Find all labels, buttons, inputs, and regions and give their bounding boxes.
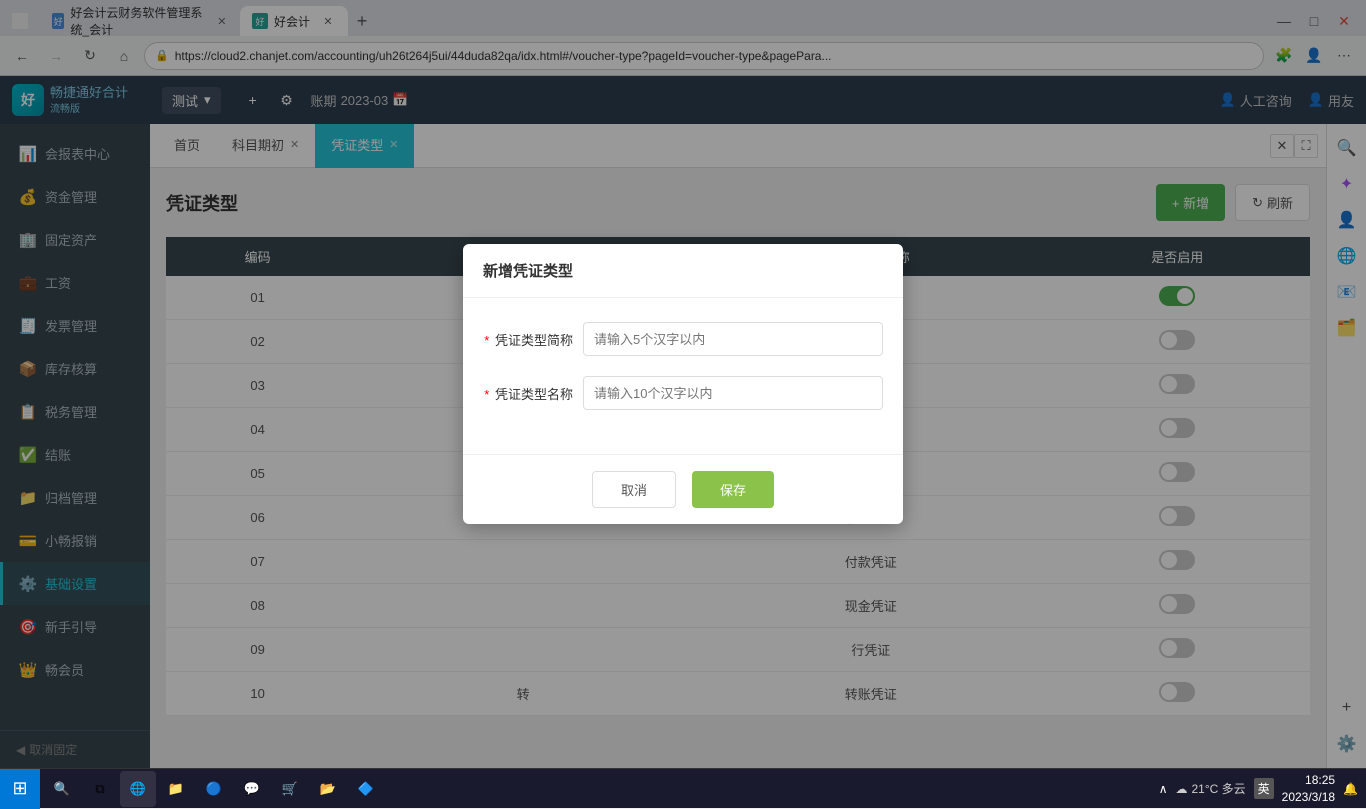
taskbar-taskview[interactable]: ⧉ <box>82 771 118 807</box>
name-input[interactable] <box>583 376 883 410</box>
taskbar-lang: 英 <box>1254 778 1274 799</box>
required-mark-abbr: * <box>484 333 489 348</box>
cancel-button[interactable]: 取消 <box>592 471 676 508</box>
taskbar-sys: ∧ ☁ 21°C 多云 英 18:25 2023/3/18 🔔 <box>1151 772 1366 806</box>
taskbar: ⊞ 🔍 ⧉ 🌐 📁 🔵 💬 🛒 📂 🔷 ∧ ☁ 21°C 多云 英 18:25 … <box>0 768 1366 808</box>
taskbar-edge2[interactable]: 🔷 <box>348 771 384 807</box>
taskbar-store[interactable]: 🛒 <box>272 771 308 807</box>
taskbar-items: 🔍 ⧉ 🌐 📁 🔵 💬 🛒 📂 🔷 <box>40 771 1151 807</box>
time-info: 18:25 2023/3/18 <box>1282 772 1335 806</box>
dialog: 新增凭证类型 * 凭证类型简称 * 凭证类型名称 取消 保存 <box>463 244 903 524</box>
taskbar-explorer[interactable]: 📁 <box>158 771 194 807</box>
save-button[interactable]: 保存 <box>692 471 774 508</box>
taskbar-files[interactable]: 📂 <box>310 771 346 807</box>
required-mark-name: * <box>484 387 489 402</box>
taskbar-chrome[interactable]: 🔵 <box>196 771 232 807</box>
abbr-input[interactable] <box>583 322 883 356</box>
windows-icon: ⊞ <box>12 778 27 799</box>
caret-up-icon[interactable]: ∧ <box>1159 782 1168 796</box>
dialog-overlay: 新增凭证类型 * 凭证类型简称 * 凭证类型名称 取消 保存 <box>0 0 1366 768</box>
taskbar-search[interactable]: 🔍 <box>44 771 80 807</box>
notification-icon[interactable]: 🔔 <box>1343 782 1358 796</box>
start-button[interactable]: ⊞ <box>0 769 40 809</box>
dialog-body: * 凭证类型简称 * 凭证类型名称 <box>463 298 903 454</box>
dialog-header: 新增凭证类型 <box>463 244 903 298</box>
weather-info: ☁ 21°C 多云 <box>1175 780 1245 797</box>
weather-icon: ☁ <box>1175 782 1187 796</box>
weather-text: 21°C 多云 <box>1191 780 1245 797</box>
form-label-abbr: * 凭证类型简称 <box>483 330 583 349</box>
form-row-name: * 凭证类型名称 <box>483 376 883 410</box>
taskbar-edge[interactable]: 🌐 <box>120 771 156 807</box>
date-display: 2023/3/18 <box>1282 789 1335 806</box>
time-display: 18:25 <box>1282 772 1335 789</box>
form-label-name: * 凭证类型名称 <box>483 384 583 403</box>
form-row-abbr: * 凭证类型简称 <box>483 322 883 356</box>
taskbar-wechat[interactable]: 💬 <box>234 771 270 807</box>
dialog-footer: 取消 保存 <box>463 454 903 524</box>
